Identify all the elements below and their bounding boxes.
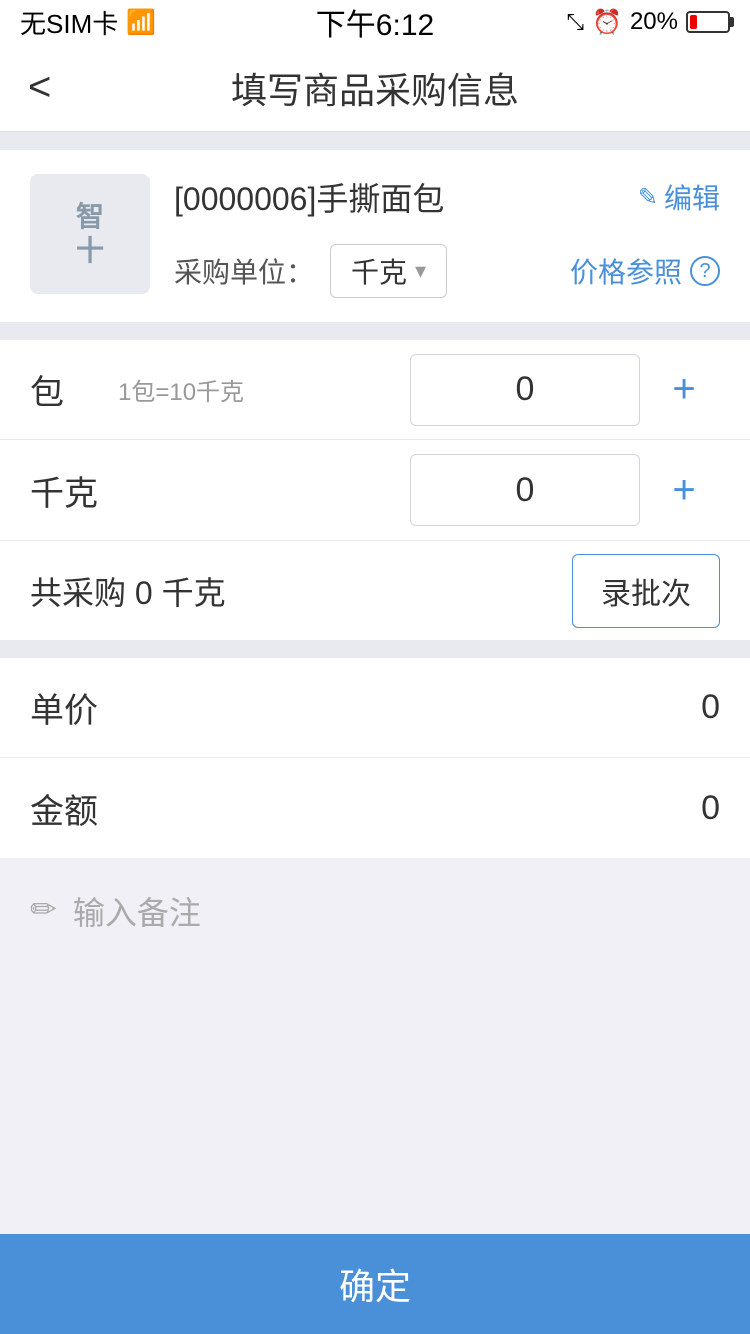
product-image: 智 十 [30,174,150,294]
quantity-row-bao: 包 1包=10千克 0 + [0,340,750,440]
info-section: 单价 0 金额 0 [0,658,750,858]
location-icon: ⤡ [566,9,584,35]
page-title: 填写商品采购信息 [231,62,519,114]
qty-label-1: 千克 [30,466,110,515]
back-button[interactable]: < [28,65,51,110]
info-row-price: 单价 0 [0,658,750,758]
product-logo: 智 十 [76,200,104,267]
alarm-icon: ⏰ [592,8,622,37]
product-name: [0000006]手撕面包 [174,174,444,220]
battery-percentage: 20% [630,8,678,36]
nav-bar: < 填写商品采购信息 [0,44,750,132]
battery-icon [686,11,730,33]
edit-label: 编辑 [664,177,720,217]
qty-plus-0[interactable]: + [648,354,720,426]
qty-label-0: 包 [30,365,110,414]
content-bottom-pad [0,978,750,1078]
confirm-button[interactable]: 确定 [0,1234,750,1334]
separator-mid2 [0,640,750,658]
help-icon: ? [690,256,720,286]
quantity-row-kg: 千克 0 + [0,440,750,540]
summary-text: 共采购 0 千克 [30,568,572,614]
unit-value: 千克 [351,251,407,291]
amount-label: 金额 [30,784,701,833]
info-row-amount: 金额 0 [0,758,750,858]
chevron-down-icon: ▾ [415,258,426,284]
remark-area[interactable]: ✏ 输入备注 [0,858,750,978]
status-bar: 无SIM卡 📶 下午6:12 ⤡ ⏰ 20% [0,0,750,44]
unit-selector: 采购单位： 千克 ▾ [174,244,447,298]
price-label: 单价 [30,683,701,732]
separator-mid1 [0,322,750,340]
edit-icon: ✎ [638,183,658,212]
status-bar-time: 下午6:12 [316,0,434,44]
amount-value: 0 [701,789,720,828]
batch-button[interactable]: 录批次 [572,554,720,628]
price-value: 0 [701,688,720,727]
unit-dropdown[interactable]: 千克 ▾ [330,244,447,298]
product-card: 智 十 [0000006]手撕面包 ✎ 编辑 采购单位： 千克 ▾ 价格参照 ? [0,150,750,322]
pencil-icon: ✏ [30,890,57,928]
product-info: [0000006]手撕面包 ✎ 编辑 采购单位： 千克 ▾ 价格参照 ? [174,174,720,298]
edit-button[interactable]: ✎ 编辑 [638,177,720,217]
wifi-icon: 📶 [126,8,156,37]
qty-plus-1[interactable]: + [648,454,720,526]
carrier-label: 无SIM卡 [20,4,118,41]
unit-label: 采购单位： [174,251,314,291]
separator-top [0,132,750,150]
quantity-section: 包 1包=10千克 0 + 千克 0 + [0,340,750,540]
product-unit-row: 采购单位： 千克 ▾ 价格参照 ? [174,244,720,298]
qty-input-0[interactable]: 0 [410,354,640,426]
price-ref-button[interactable]: 价格参照 ? [570,251,720,291]
price-ref-label: 价格参照 [570,251,682,291]
qty-sublabel-0: 1包=10千克 [118,372,244,407]
remark-placeholder: 输入备注 [73,888,201,934]
status-bar-right: ⤡ ⏰ 20% [566,8,730,37]
summary-row: 共采购 0 千克 录批次 [0,540,750,640]
qty-input-1[interactable]: 0 [410,454,640,526]
status-bar-left: 无SIM卡 📶 [20,4,156,41]
product-name-row: [0000006]手撕面包 ✎ 编辑 [174,174,720,220]
confirm-label: 确定 [339,1258,411,1310]
